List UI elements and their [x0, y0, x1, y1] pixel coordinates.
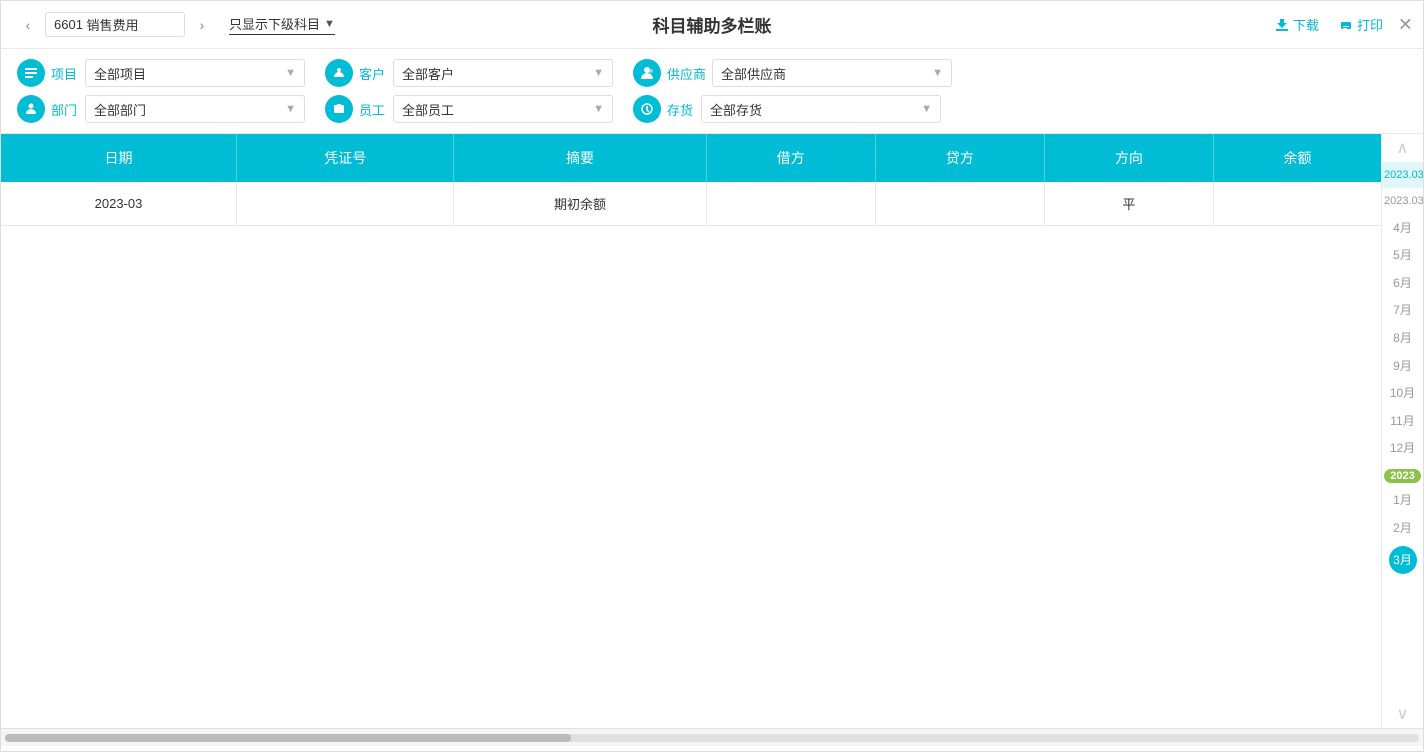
customer-icon [325, 59, 353, 87]
timeline-month-8[interactable]: 8月 [1382, 325, 1423, 353]
customer-select[interactable]: 全部客户 ▼ [393, 59, 613, 87]
customer-label: 客户 [359, 64, 387, 83]
table-header-row: 日期 凭证号 摘要 借方 贷方 方向 余额 [1, 134, 1381, 182]
side-timeline: ∧ 2023.03 2023.03 4月 5月 6月 7月 8月 9月 10月 … [1381, 134, 1423, 728]
show-sub-arrow-icon: ▼ [324, 18, 335, 30]
cell-balance [1214, 182, 1381, 226]
timeline-month-3-active-container[interactable]: 3月 [1382, 542, 1423, 578]
supplier-select-arrow: ▼ [932, 67, 943, 79]
timeline-month-12[interactable]: 12月 [1382, 435, 1423, 463]
timeline-month-9[interactable]: 9月 [1382, 353, 1423, 381]
filter-row-1: 项目 全部项目 ▼ 客户 全部客户 ▼ [17, 59, 1407, 87]
timeline-period-2[interactable]: 2023.03 [1382, 188, 1423, 214]
col-date: 日期 [1, 134, 237, 182]
year-badge-container: 2023 [1382, 463, 1423, 487]
timeline-period-1[interactable]: 2023.03 [1382, 162, 1423, 188]
timeline-month-1[interactable]: 1月 [1382, 487, 1423, 515]
cell-voucher [237, 182, 454, 226]
inventory-select-arrow: ▼ [921, 103, 932, 115]
main-window: ‹ 6601 销售费用 › 只显示下级科目 ▼ 科目辅助多栏账 下载 [0, 0, 1424, 752]
department-select[interactable]: 全部部门 ▼ [85, 95, 305, 123]
project-icon [17, 59, 45, 87]
timeline-month-4[interactable]: 4月 [1382, 215, 1423, 243]
filter-bar: 项目 全部项目 ▼ 客户 全部客户 ▼ [1, 49, 1423, 134]
print-icon [1339, 18, 1353, 32]
timeline-month-10[interactable]: 10月 [1382, 380, 1423, 408]
supplier-label: 供应商 [667, 64, 706, 83]
col-debit: 借方 [706, 134, 875, 182]
page-title: 科目辅助多栏账 [653, 12, 772, 37]
cell-date: 2023-03 [1, 182, 237, 226]
year-badge: 2023 [1384, 469, 1420, 483]
col-credit: 贷方 [875, 134, 1044, 182]
download-icon [1275, 18, 1289, 32]
col-summary: 摘要 [454, 134, 706, 182]
timeline-month-7[interactable]: 7月 [1382, 297, 1423, 325]
cell-summary: 期初余额 [454, 182, 706, 226]
toolbar-right: 下载 打印 [1275, 15, 1383, 34]
timeline-month-11[interactable]: 11月 [1382, 408, 1423, 436]
filter-department: 部门 全部部门 ▼ [17, 95, 305, 123]
filter-row-2: 部门 全部部门 ▼ 员工 全部员工 ▼ [17, 95, 1407, 123]
filter-supplier: 供应商 全部供应商 ▼ [633, 59, 952, 87]
col-balance: 余额 [1214, 134, 1381, 182]
print-button[interactable]: 打印 [1339, 15, 1383, 34]
project-label: 项目 [51, 64, 79, 83]
timeline-scroll-up-button[interactable]: ∧ [1382, 134, 1423, 162]
employee-label: 员工 [359, 100, 387, 119]
col-voucher: 凭证号 [237, 134, 454, 182]
department-label: 部门 [51, 100, 79, 119]
filter-project: 项目 全部项目 ▼ [17, 59, 305, 87]
nav-area: ‹ 6601 销售费用 › [17, 12, 213, 37]
filter-customer: 客户 全部客户 ▼ [325, 59, 613, 87]
content-area: 日期 凭证号 摘要 借方 贷方 方向 余额 2023-03 期初余额 [1, 134, 1423, 728]
employee-icon [325, 95, 353, 123]
show-sub-level-toggle[interactable]: 只显示下级科目 ▼ [229, 14, 335, 35]
inventory-icon [633, 95, 661, 123]
employee-select-arrow: ▼ [593, 103, 604, 115]
inventory-label: 存货 [667, 100, 695, 119]
show-sub-label: 只显示下级科目 [229, 14, 320, 33]
account-code-display: 6601 销售费用 [45, 12, 185, 37]
horizontal-scrollbar[interactable] [1, 728, 1423, 746]
cell-credit [875, 182, 1044, 226]
scrollbar-track [5, 734, 1419, 742]
timeline-month-2[interactable]: 2月 [1382, 515, 1423, 543]
table-area: 日期 凭证号 摘要 借方 贷方 方向 余额 2023-03 期初余额 [1, 134, 1381, 728]
inventory-select[interactable]: 全部存货 ▼ [701, 95, 941, 123]
scrollbar-thumb[interactable] [5, 734, 571, 742]
cell-debit [706, 182, 875, 226]
department-select-arrow: ▼ [285, 103, 296, 115]
timeline-month-6[interactable]: 6月 [1382, 270, 1423, 298]
data-table: 日期 凭证号 摘要 借方 贷方 方向 余额 2023-03 期初余额 [1, 134, 1381, 226]
supplier-select[interactable]: 全部供应商 ▼ [712, 59, 952, 87]
title-bar: ‹ 6601 销售费用 › 只显示下级科目 ▼ 科目辅助多栏账 下载 [1, 1, 1423, 49]
download-button[interactable]: 下载 [1275, 15, 1319, 34]
filter-employee: 员工 全部员工 ▼ [325, 95, 613, 123]
prev-account-button[interactable]: ‹ [17, 14, 39, 36]
project-select-arrow: ▼ [285, 67, 296, 79]
timeline-month-5[interactable]: 5月 [1382, 242, 1423, 270]
col-direction: 方向 [1044, 134, 1213, 182]
next-account-button[interactable]: › [191, 14, 213, 36]
timeline-scroll-down-button[interactable]: ∨ [1382, 700, 1423, 728]
department-icon [17, 95, 45, 123]
table-row: 2023-03 期初余额 平 [1, 182, 1381, 226]
supplier-icon [633, 59, 661, 87]
project-select[interactable]: 全部项目 ▼ [85, 59, 305, 87]
employee-select[interactable]: 全部员工 ▼ [393, 95, 613, 123]
timeline-month-3-active: 3月 [1389, 546, 1417, 574]
customer-select-arrow: ▼ [593, 67, 604, 79]
close-button[interactable]: ✕ [1398, 14, 1413, 35]
cell-direction: 平 [1044, 182, 1213, 226]
filter-inventory: 存货 全部存货 ▼ [633, 95, 941, 123]
